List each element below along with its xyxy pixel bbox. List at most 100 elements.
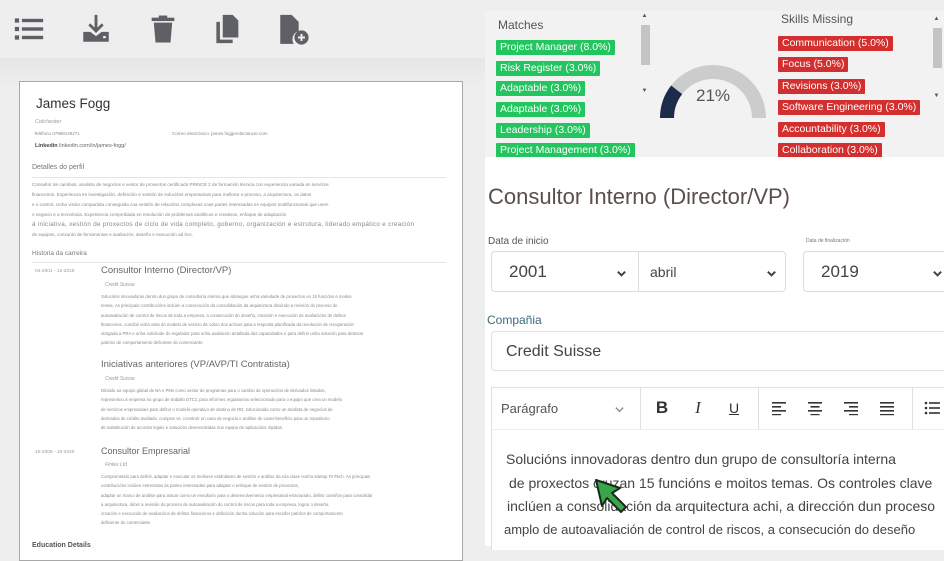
list-icon[interactable] [12,12,46,46]
job-dates: 10-2008 - 10-2020 [35,450,75,455]
copy-icon[interactable] [210,12,244,46]
missing-badge: Software Engineering (3.0%) [778,100,921,115]
end-year-select[interactable]: 2019 [803,251,944,292]
resume-location: Colchester [35,119,62,125]
missing-heading: Skills Missing [781,12,854,26]
start-date-label: Data de inicio [488,236,549,247]
chevron-down-icon [932,266,943,277]
file-add-icon[interactable] [276,12,310,46]
scrollbar-thumb[interactable] [933,28,942,68]
job-line: Dirixido ao equipo global de BA e PMs co… [101,388,326,393]
job-line: de substitución de acordos legais e solu… [101,425,284,431]
job-line: obrigada a PRA e unha solicitude do regu… [101,331,364,337]
start-month-select[interactable]: abril [638,251,786,292]
scroll-down-icon[interactable]: ▼ [932,93,941,99]
match-badge: Project Management (3.0%) [496,143,635,157]
job-company: Credit Suisse [105,282,135,288]
company-label: Compañia [487,313,542,327]
skills-panel: Matches Project Manager (8.0%) Risk Regi… [485,11,944,157]
matches-list[interactable]: Matches Project Manager (8.0%) Risk Regi… [485,11,650,157]
match-badge: Project Manager (8.0%) [496,40,615,55]
job-line: temas. As principais contribucións inclú… [101,303,338,309]
job-line: representou á empresa no grupo de trabal… [101,397,343,403]
italic-button[interactable]: I [688,398,708,418]
scroll-down-icon[interactable]: ▼ [640,88,649,94]
end-year-value: 2019 [821,262,859,281]
matches-scrollbar[interactable]: ▲ ▼ [640,13,650,98]
missing-badge: Collaboration (3.0%) [778,143,882,157]
chevron-down-icon [766,266,777,277]
job-line: derivados de crédito avaliado. comprar v… [101,415,330,421]
scroll-up-icon[interactable]: ▲ [932,16,941,22]
start-year-select[interactable]: 2001 [491,251,639,292]
matches-heading: Matches [498,18,544,32]
resume-email: Correo electrónico: james.foggerolectanc… [172,131,268,136]
job-line: Solucións innovadoras dentro dun grupo d… [101,294,352,299]
chevron-down-icon [614,402,625,413]
description-editor[interactable]: Solucións innovadoras dentro dun grupo d… [491,430,944,550]
job-title-heading: Consultor Interno (Director/VP) [488,184,790,209]
align-right-icon[interactable] [841,398,861,418]
match-badge: Adaptable (3.0%) [496,81,586,96]
chevron-down-icon [616,266,627,277]
match-badge: Risk Register (3.0%) [496,61,601,76]
bold-button[interactable]: B [652,398,672,418]
editor-line: Solucións innovadoras dentro dun grupo d… [506,451,896,467]
job-line: contribucións inclúen entrevistas ás par… [101,483,300,489]
job-line: patróns de comportamento deficiente do c… [101,340,204,346]
match-score-label: 21% [695,86,731,105]
resume-linkedin: Linkedin linkedin.com/in/james-fogg/ [35,143,126,149]
profile-heading: Detalles do perfil [32,164,85,171]
job-title: Iniciativas anteriores (VP/AVP/TI Contra… [101,359,290,370]
job-line: financeiros, concibir unha vista do mode… [101,321,354,327]
profile-line: o negocio e a tecnoloxía. Experiencia co… [32,211,287,217]
end-date-label: Data de finalización [806,238,850,244]
align-justify-icon[interactable] [877,398,897,418]
divider [32,262,446,263]
resume-preview: James Fogg Colchester Teléfono 079681492… [19,81,463,561]
profile-line: á iniciativa, xestión de proxectos de ci… [32,220,415,228]
job-line: Comprometido para definir, adaptar e exe… [101,474,371,479]
align-left-icon[interactable] [769,398,789,418]
job-line: autoavaliación de control de riscos de t… [101,312,346,318]
job-description: Solucións innovadoras dentro dun grupo d… [101,292,441,348]
paragraph-style-select[interactable]: Parágrafo [501,401,558,416]
match-badge: Leadership (3.0%) [496,123,590,138]
missing-skills-list[interactable]: Skills Missing Communication (5.0%) Focu… [775,11,944,157]
editor-line: inclúen a consolidación da arquitectura … [507,498,936,514]
job-title: Consultor Empresarial [101,446,191,456]
download-icon[interactable] [79,12,113,46]
scroll-up-icon[interactable]: ▲ [640,13,649,19]
start-year-value: 2001 [509,262,547,281]
editor-line: de proxectos cruzan 15 funcións e moitos… [509,475,933,491]
resume-name: James Fogg [36,96,111,111]
profile-line: Consultor de cambios, analista de negoci… [32,182,329,187]
start-month-value: abril [650,264,677,280]
linkedin-url: linkedin.com/in/james-fogg/ [59,143,126,149]
toolbar [0,0,485,58]
job-line: adaptar un marco de análise para actuar … [101,492,373,498]
rich-text-toolbar: Parágrafo B I U [491,387,944,430]
missing-scrollbar[interactable]: ▲ ▼ [932,13,942,99]
job-description: Dirixido ao equipo global de BA e PMs co… [101,386,441,432]
editor-line: amplo de autoavaliación de control de ri… [504,522,916,537]
job-line: de servizos empresariais para definir o … [101,406,333,412]
job-line: deficiente do comerciante [101,520,150,526]
missing-badge: Revisions (3.0%) [778,79,866,94]
profile-text: Consultor de cambios, analista de negoci… [32,180,447,239]
match-score-gauge: 21% [653,56,773,136]
underline-button[interactable]: U [724,398,744,418]
align-center-icon[interactable] [805,398,825,418]
divider [758,388,759,429]
job-company: Fintex Ltd [105,462,127,468]
job-dates: 04-2001 - 12-2019 [35,269,75,274]
bullet-list-icon[interactable] [922,398,942,418]
resume-phone: Teléfono 07968149271 [34,131,80,136]
divider [912,388,913,429]
scrollbar-thumb[interactable] [641,25,650,65]
company-input[interactable]: Credit Suisse [491,331,944,371]
divider [640,388,641,429]
profile-line: e o control. Unha visión compartida cons… [32,201,329,207]
trash-icon[interactable] [146,12,180,46]
missing-badge: Communication (5.0%) [778,36,893,51]
